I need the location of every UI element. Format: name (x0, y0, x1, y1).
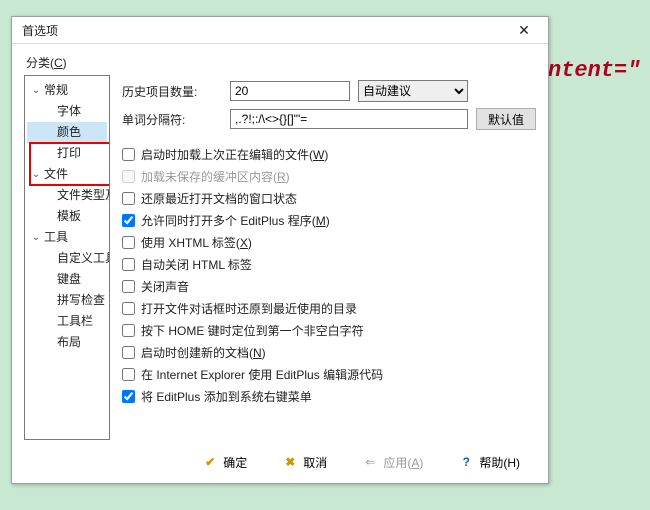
option-row-11[interactable]: 将 EditPlus 添加到系统右键菜单 (122, 385, 536, 407)
close-icon: ✕ (518, 23, 530, 37)
option-label: 允许同时打开多个 EditPlus 程序(M) (141, 212, 330, 229)
cancel-icon: ✖ (283, 455, 297, 469)
tree-item-6[interactable]: 模板 (27, 206, 107, 227)
tree-item-2[interactable]: 颜色 (27, 122, 107, 143)
tree-item-1[interactable]: 字体 (27, 101, 107, 122)
chevron-down-icon: ⌄ (31, 166, 41, 183)
option-label: 将 EditPlus 添加到系统右键菜单 (141, 388, 312, 405)
option-label: 加载未保存的缓冲区内容(R) (141, 168, 290, 185)
tree-item-11[interactable]: 工具栏 (27, 311, 107, 332)
word-delim-label: 单词分隔符: (122, 111, 222, 128)
apply-button[interactable]: ⇐ 应用(A) (353, 449, 433, 475)
option-checkbox-7[interactable] (122, 302, 135, 315)
tree-item-3[interactable]: 打印 (27, 143, 107, 164)
help-button[interactable]: ? 帮助(H) (449, 449, 530, 475)
option-label: 按下 HOME 键时定位到第一个非空白字符 (141, 322, 364, 339)
option-checkbox-10[interactable] (122, 368, 135, 381)
tree-item-4[interactable]: ⌄文件 (27, 164, 107, 185)
tree-item-label: 常规 (44, 82, 68, 99)
check-icon: ✔ (203, 455, 217, 469)
tree-item-10[interactable]: 拼写检查 (27, 290, 107, 311)
cancel-button[interactable]: ✖ 取消 (273, 449, 337, 475)
option-checkbox-2[interactable] (122, 192, 135, 205)
code-bg-text: ntent=" (548, 58, 640, 83)
option-row-8[interactable]: 按下 HOME 键时定位到第一个非空白字符 (122, 319, 536, 341)
option-row-5[interactable]: 自动关闭 HTML 标签 (122, 253, 536, 275)
dialog-buttons: ✔ 确定 ✖ 取消 ⇐ 应用(A) ? 帮助(H) (24, 440, 536, 483)
settings-panel: 历史项目数量: 自动建议 单词分隔符: 默认值 启动时加载上次正在编辑的文件(W… (122, 75, 536, 440)
option-checkbox-9[interactable] (122, 346, 135, 359)
option-row-10[interactable]: 在 Internet Explorer 使用 EditPlus 编辑源代码 (122, 363, 536, 385)
titlebar: 首选项 ✕ (12, 17, 548, 44)
option-checkbox-5[interactable] (122, 258, 135, 271)
option-row-7[interactable]: 打开文件对话框时还原到最近使用的目录 (122, 297, 536, 319)
option-row-0[interactable]: 启动时加载上次正在编辑的文件(W) (122, 143, 536, 165)
options-checklist: 启动时加载上次正在编辑的文件(W) 加载未保存的缓冲区内容(R) 还原最近打开文档的… (122, 143, 536, 407)
tree-item-5[interactable]: 文件类型及语法 (27, 185, 107, 206)
option-checkbox-0[interactable] (122, 148, 135, 161)
tree-item-label: 工具栏 (57, 313, 93, 330)
option-label: 还原最近打开文档的窗口状态 (141, 190, 297, 207)
word-delim-input[interactable] (230, 109, 468, 129)
tree-item-label: 文件类型及语法 (57, 187, 110, 204)
close-button[interactable]: ✕ (504, 19, 544, 41)
option-label: 启动时加载上次正在编辑的文件(W) (141, 146, 328, 163)
tree-item-label: 打印 (57, 145, 81, 162)
tree-item-label: 文件 (44, 166, 68, 183)
history-count-input[interactable] (230, 81, 350, 101)
tree-item-label: 工具 (44, 229, 68, 246)
option-row-3[interactable]: 允许同时打开多个 EditPlus 程序(M) (122, 209, 536, 231)
chevron-down-icon: ⌄ (31, 82, 41, 99)
tree-item-9[interactable]: 键盘 (27, 269, 107, 290)
tree-item-7[interactable]: ⌄工具 (27, 227, 107, 248)
option-row-9[interactable]: 启动时创建新的文档(N) (122, 341, 536, 363)
default-button[interactable]: 默认值 (476, 108, 536, 130)
tree-item-label: 颜色 (57, 124, 81, 141)
category-tree[interactable]: ⌄常规字体颜色打印⌄文件文件类型及语法模板⌄工具自定义工具键盘拼写检查工具栏布局 (24, 75, 110, 440)
option-checkbox-3[interactable] (122, 214, 135, 227)
option-checkbox-11[interactable] (122, 390, 135, 403)
option-checkbox-1 (122, 170, 135, 183)
category-label: 分类(C) (26, 54, 536, 71)
option-row-2[interactable]: 还原最近打开文档的窗口状态 (122, 187, 536, 209)
tree-item-8[interactable]: 自定义工具 (27, 248, 107, 269)
tree-item-label: 字体 (57, 103, 81, 120)
option-label: 启动时创建新的文档(N) (141, 344, 266, 361)
tree-item-12[interactable]: 布局 (27, 332, 107, 353)
option-label: 自动关闭 HTML 标签 (141, 256, 252, 273)
option-label: 关闭声音 (141, 278, 189, 295)
help-icon: ? (459, 455, 473, 469)
option-row-1: 加载未保存的缓冲区内容(R) (122, 165, 536, 187)
preferences-dialog: 首选项 ✕ 分类(C) ⌄常规字体颜色打印⌄文件文件类型及语法模板⌄工具自定义工… (11, 16, 549, 484)
option-row-4[interactable]: 使用 XHTML 标签(X) (122, 231, 536, 253)
option-label: 在 Internet Explorer 使用 EditPlus 编辑源代码 (141, 366, 383, 383)
option-checkbox-4[interactable] (122, 236, 135, 249)
tree-item-label: 拼写检查 (57, 292, 105, 309)
ok-button[interactable]: ✔ 确定 (193, 449, 257, 475)
option-label: 使用 XHTML 标签(X) (141, 234, 252, 251)
tree-item-label: 自定义工具 (57, 250, 110, 267)
history-suggest-select[interactable]: 自动建议 (358, 80, 468, 102)
tree-item-label: 模板 (57, 208, 81, 225)
option-row-6[interactable]: 关闭声音 (122, 275, 536, 297)
apply-icon: ⇐ (363, 455, 377, 469)
tree-item-label: 布局 (57, 334, 81, 351)
chevron-down-icon: ⌄ (31, 229, 41, 246)
history-count-label: 历史项目数量: (122, 83, 222, 100)
tree-item-0[interactable]: ⌄常规 (27, 80, 107, 101)
option-checkbox-6[interactable] (122, 280, 135, 293)
tree-item-label: 键盘 (57, 271, 81, 288)
option-label: 打开文件对话框时还原到最近使用的目录 (141, 300, 357, 317)
dialog-title: 首选项 (22, 22, 504, 39)
option-checkbox-8[interactable] (122, 324, 135, 337)
